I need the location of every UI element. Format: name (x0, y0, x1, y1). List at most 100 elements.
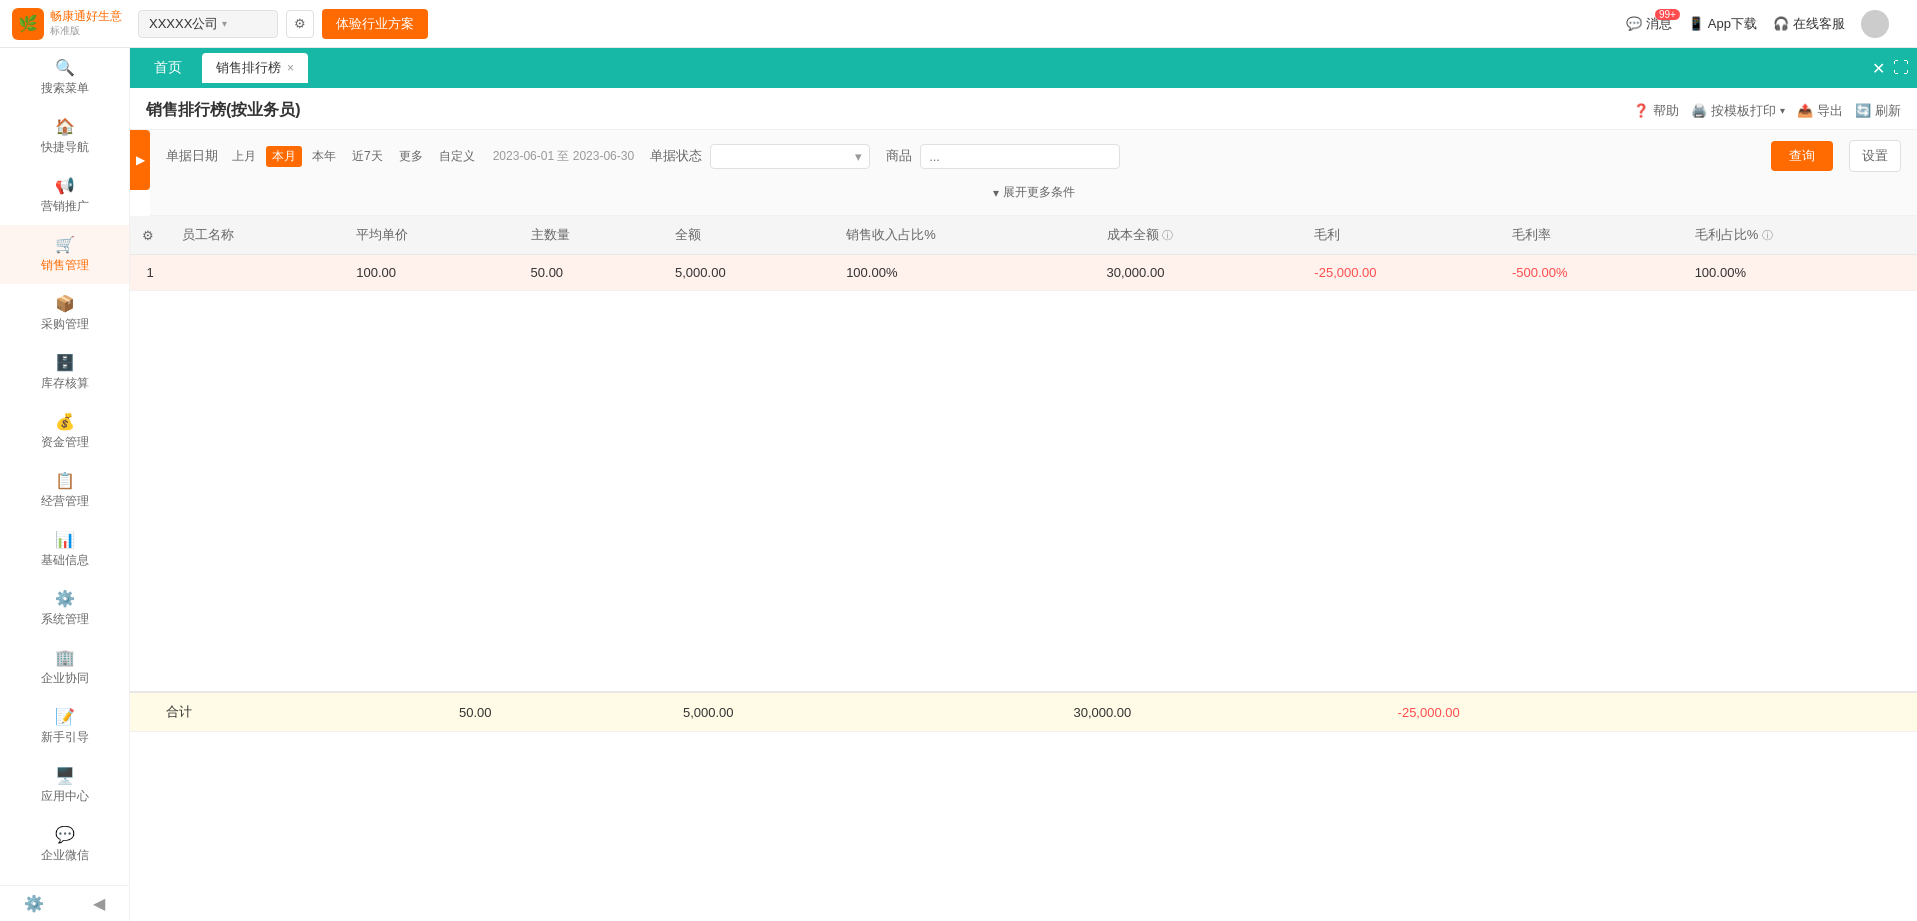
col-settings[interactable]: ⚙ (130, 216, 170, 255)
status-select-wrapper (710, 144, 870, 169)
settings-button[interactable]: 设置 (1849, 140, 1901, 172)
operation-icon: 📋 (55, 471, 75, 490)
col-gross-profit: 毛利 (1302, 216, 1500, 255)
sidebar-item-basic[interactable]: 📊基础信息 (0, 520, 129, 579)
print-button[interactable]: 🖨️ 按模板打印 ▾ (1691, 102, 1785, 120)
col-total: 全额 (663, 216, 834, 255)
refresh-icon: 🔄 (1855, 103, 1871, 118)
sidebar-item-finance[interactable]: 💰资金管理 (0, 402, 129, 461)
status-filter-group: 单据状态 (650, 144, 870, 169)
help-button[interactable]: ❓ 帮助 (1633, 102, 1679, 120)
date-opt-上月[interactable]: 上月 (226, 146, 262, 167)
logo-area: 🌿 畅康通好生意 标准版 (12, 8, 122, 40)
logo-sub: 标准版 (50, 24, 122, 38)
sidebar-item-sales[interactable]: 🛒销售管理 (0, 225, 129, 284)
online-service-button[interactable]: 🎧 在线客服 (1773, 15, 1845, 33)
marketing-icon: 📢 (55, 176, 75, 195)
rank-cell: 1 (130, 255, 170, 291)
sidebar-item-marketing[interactable]: 📢营销推广 (0, 166, 129, 225)
status-select[interactable] (710, 144, 870, 169)
avg-price-cell: 100.00 (344, 255, 518, 291)
page-header: 销售排行榜(按业务员) ❓ 帮助 🖨️ 按模板打印 ▾ (130, 88, 1917, 130)
query-button[interactable]: 查询 (1771, 141, 1833, 171)
sidebar-item-operation[interactable]: 📋经营管理 (0, 461, 129, 520)
avatar[interactable] (1861, 10, 1889, 38)
tab-close-icon[interactable]: × (287, 61, 294, 75)
sidebar-item-member[interactable]: 👑畅会员 (0, 874, 129, 885)
expand-more-button[interactable]: ▾ 展开更多条件 (166, 180, 1901, 205)
sidebar-bottom: ⚙️ ◀ (0, 885, 129, 921)
system-icon: ⚙️ (55, 589, 75, 608)
sidebar-collapse-icon[interactable]: ◀ (93, 894, 105, 913)
purchase-icon: 📦 (55, 294, 75, 313)
sidebar-item-shortcut[interactable]: 🏠快捷导航 (0, 107, 129, 166)
message-button[interactable]: 💬 消息 99+ (1626, 15, 1672, 33)
sidebar-item-purchase[interactable]: 📦采购管理 (0, 284, 129, 343)
help-icon: ❓ (1633, 103, 1649, 118)
total-settings-col (130, 693, 154, 732)
content-spacer (130, 291, 1917, 691)
sidebar-label-sales: 销售管理 (41, 257, 89, 274)
cost-cell: 30,000.00 (1095, 255, 1303, 291)
inventory-icon: 🗄️ (55, 353, 75, 372)
sidebar-label-shortcut: 快捷导航 (41, 139, 89, 156)
total-qty: 50.00 (447, 693, 671, 732)
sidebar-label-wechat: 企业微信 (41, 847, 89, 864)
total-row: 合计 50.00 5,000.00 30,000.00 -25,000.00 (130, 693, 1917, 732)
date-opt-本月[interactable]: 本月 (266, 146, 302, 167)
sidebar-item-guide[interactable]: 📝新手引导 (0, 697, 129, 756)
print-chevron-icon: ▾ (1780, 105, 1785, 116)
total-gross-profit: -25,000.00 (1386, 693, 1727, 732)
settings-icon[interactable]: ⚙ (286, 10, 314, 38)
date-opt-更多[interactable]: 更多 (393, 146, 429, 167)
sidebar-item-wechat[interactable]: 💬企业微信 (0, 815, 129, 874)
date-opt-自定义[interactable]: 自定义 (433, 146, 481, 167)
experience-button[interactable]: 体验行业方案 (322, 9, 428, 39)
sidebar-item-inventory[interactable]: 🗄️库存核算 (0, 343, 129, 402)
export-button[interactable]: 📤 导出 (1797, 102, 1843, 120)
header-actions: ❓ 帮助 🖨️ 按模板打印 ▾ 📤 导出 (1633, 102, 1901, 120)
goods-input[interactable] (920, 144, 1120, 169)
content-area: 首页 销售排行榜 × ✕ ⛶ 销售排行榜(按业务员) (130, 48, 1917, 921)
sidebar-settings-icon[interactable]: ⚙️ (24, 894, 44, 913)
data-table: ⚙ 员工名称 平均单价 主数量 全额 销售收入占比% 成本全额 ⓘ 毛利 毛利率 (130, 216, 1917, 291)
appstore-icon: 🖥️ (55, 766, 75, 785)
company-selector[interactable]: XXXXX公司 ▾ (138, 10, 278, 38)
tab-home[interactable]: 首页 (138, 51, 198, 85)
col-avg-price: 平均单价 (344, 216, 518, 255)
sidebar-item-appstore[interactable]: 🖥️ 应用中心 (0, 756, 129, 815)
close-window-icon[interactable]: ✕ (1872, 59, 1885, 78)
app-download-button[interactable]: 📱 App下载 (1688, 15, 1757, 33)
col-cost: 成本全额 ⓘ (1095, 216, 1303, 255)
col-qty: 主数量 (519, 216, 663, 255)
service-icon: 🎧 (1773, 16, 1789, 31)
tab-label: 销售排行榜 (216, 59, 281, 77)
date-filter-label: 单据日期 (166, 147, 218, 165)
sidebar-label-appstore: 应用中心 (41, 788, 89, 805)
sidebar-item-search[interactable]: 🔍搜索菜单 (0, 48, 129, 107)
date-opt-本年[interactable]: 本年 (306, 146, 342, 167)
search-icon: 🔍 (55, 58, 75, 77)
print-label: 按模板打印 (1711, 102, 1776, 120)
total-avg-price (352, 693, 447, 732)
total-cell: 5,000.00 (663, 255, 834, 291)
refresh-button[interactable]: 🔄 刷新 (1855, 102, 1901, 120)
page-title: 销售排行榜(按业务员) (146, 100, 301, 121)
export-label: 导出 (1817, 102, 1843, 120)
sidebar-label-basic: 基础信息 (41, 552, 89, 569)
finance-icon: 💰 (55, 412, 75, 431)
sidebar-item-enterprise[interactable]: 🏢企业协同 (0, 638, 129, 697)
status-filter-label: 单据状态 (650, 147, 702, 165)
page-inner: 销售排行榜(按业务员) ❓ 帮助 🖨️ 按模板打印 ▾ (130, 88, 1917, 921)
expand-filter-button[interactable]: ▶ (130, 130, 150, 190)
margin-ratio-cell: 100.00% (1683, 255, 1917, 291)
sidebar-item-system[interactable]: ⚙️系统管理 (0, 579, 129, 638)
download-icon: 📱 (1688, 16, 1704, 31)
maximize-icon[interactable]: ⛶ (1893, 59, 1909, 77)
tab-bar: 首页 销售排行榜 × ✕ ⛶ (130, 48, 1917, 88)
total-label: 合计 (154, 693, 352, 732)
tab-sales-ranking[interactable]: 销售排行榜 × (202, 53, 308, 83)
guide-icon: 📝 (55, 707, 75, 726)
sidebar-nav: 🔍搜索菜单🏠快捷导航📢营销推广🛒销售管理📦采购管理🗄️库存核算💰资金管理📋经营管… (0, 48, 129, 885)
date-opt-近7天[interactable]: 近7天 (346, 146, 389, 167)
